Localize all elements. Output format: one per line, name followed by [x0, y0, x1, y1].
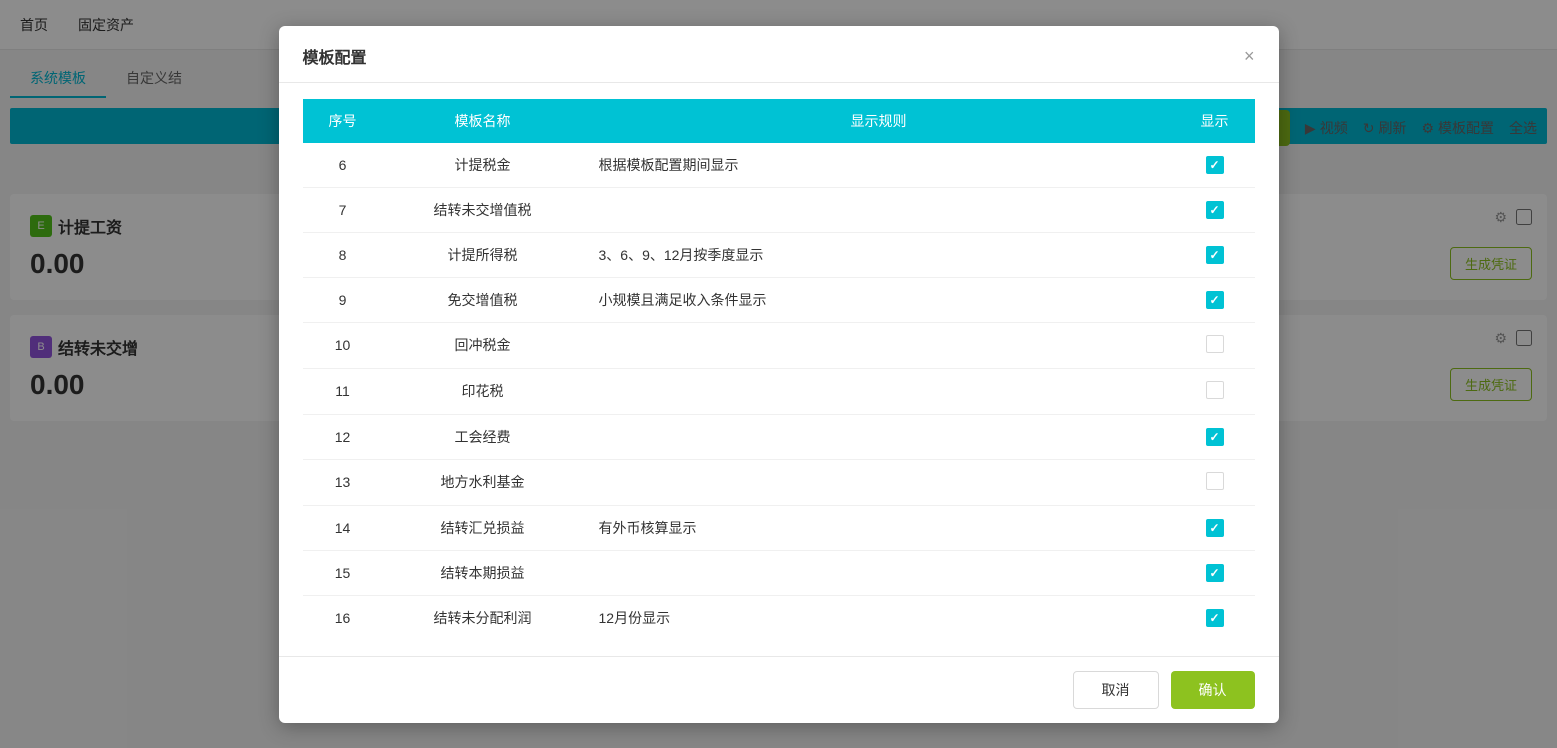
- cell-rule: [583, 414, 1175, 459]
- cell-check[interactable]: [1175, 459, 1255, 505]
- table-body: 6计提税金根据模板配置期间显示7结转未交增值税8计提所得税3、6、9、12月按季…: [303, 143, 1255, 640]
- cell-name: 结转未交增值税: [383, 187, 583, 232]
- row-checkbox[interactable]: [1206, 246, 1224, 264]
- cell-rule: [583, 322, 1175, 368]
- col-header-display: 显示: [1175, 99, 1255, 143]
- modal-body: 序号 模板名称 显示规则 显示 6计提税金根据模板配置期间显示7结转未交增值税8…: [279, 83, 1279, 656]
- table-row: 13地方水利基金: [303, 459, 1255, 505]
- cell-seq: 10: [303, 322, 383, 368]
- cell-rule: [583, 187, 1175, 232]
- cancel-button[interactable]: 取消: [1073, 671, 1159, 709]
- table-row: 10回冲税金: [303, 322, 1255, 368]
- cell-seq: 8: [303, 232, 383, 277]
- modal-overlay: 模板配置 × 序号 模板名称 显示规则 显示 6计提税金根据模板配置期间显示7结…: [0, 0, 1557, 748]
- cell-check[interactable]: [1175, 322, 1255, 368]
- cell-seq: 16: [303, 595, 383, 640]
- cell-rule: 小规模且满足收入条件显示: [583, 277, 1175, 322]
- row-checkbox[interactable]: [1206, 519, 1224, 537]
- cell-check[interactable]: [1175, 277, 1255, 322]
- table-row: 16结转未分配利润12月份显示: [303, 595, 1255, 640]
- cell-seq: 6: [303, 143, 383, 188]
- row-checkbox[interactable]: [1206, 609, 1224, 627]
- cell-rule: 3、6、9、12月按季度显示: [583, 232, 1175, 277]
- row-checkbox[interactable]: [1206, 428, 1224, 446]
- col-header-seq: 序号: [303, 99, 383, 143]
- table-row: 12工会经费: [303, 414, 1255, 459]
- cell-seq: 14: [303, 505, 383, 550]
- modal-header: 模板配置 ×: [279, 26, 1279, 83]
- table-row: 8计提所得税3、6、9、12月按季度显示: [303, 232, 1255, 277]
- cell-name: 工会经费: [383, 414, 583, 459]
- col-header-name: 模板名称: [383, 99, 583, 143]
- table-row: 15结转本期损益: [303, 550, 1255, 595]
- row-checkbox[interactable]: [1206, 472, 1224, 490]
- table-row: 9免交增值税小规模且满足收入条件显示: [303, 277, 1255, 322]
- cell-rule: [583, 368, 1175, 414]
- row-checkbox[interactable]: [1206, 381, 1224, 399]
- cell-check[interactable]: [1175, 368, 1255, 414]
- table-row: 14结转汇兑损益有外币核算显示: [303, 505, 1255, 550]
- col-header-rule: 显示规则: [583, 99, 1175, 143]
- cell-seq: 9: [303, 277, 383, 322]
- cell-check[interactable]: [1175, 414, 1255, 459]
- cell-name: 免交增值税: [383, 277, 583, 322]
- cell-check[interactable]: [1175, 143, 1255, 188]
- cell-check[interactable]: [1175, 550, 1255, 595]
- cell-rule: [583, 459, 1175, 505]
- row-checkbox[interactable]: [1206, 335, 1224, 353]
- cell-name: 结转本期损益: [383, 550, 583, 595]
- cell-check[interactable]: [1175, 595, 1255, 640]
- confirm-button[interactable]: 确认: [1171, 671, 1255, 709]
- config-table: 序号 模板名称 显示规则 显示 6计提税金根据模板配置期间显示7结转未交增值税8…: [303, 99, 1255, 640]
- cell-seq: 12: [303, 414, 383, 459]
- table-row: 11印花税: [303, 368, 1255, 414]
- cell-seq: 7: [303, 187, 383, 232]
- cell-rule: 有外币核算显示: [583, 505, 1175, 550]
- row-checkbox[interactable]: [1206, 291, 1224, 309]
- cell-name: 印花税: [383, 368, 583, 414]
- cell-rule: 根据模板配置期间显示: [583, 143, 1175, 188]
- cell-rule: 12月份显示: [583, 595, 1175, 640]
- row-checkbox[interactable]: [1206, 564, 1224, 582]
- modal-title: 模板配置: [303, 44, 367, 68]
- cell-name: 计提所得税: [383, 232, 583, 277]
- table-row: 7结转未交增值税: [303, 187, 1255, 232]
- cell-seq: 13: [303, 459, 383, 505]
- cell-name: 结转未分配利润: [383, 595, 583, 640]
- table-header: 序号 模板名称 显示规则 显示: [303, 99, 1255, 143]
- cell-name: 结转汇兑损益: [383, 505, 583, 550]
- cell-name: 计提税金: [383, 143, 583, 188]
- row-checkbox[interactable]: [1206, 201, 1224, 219]
- modal-close-button[interactable]: ×: [1244, 47, 1255, 65]
- cell-check[interactable]: [1175, 187, 1255, 232]
- table-row: 6计提税金根据模板配置期间显示: [303, 143, 1255, 188]
- cell-seq: 11: [303, 368, 383, 414]
- cell-name: 回冲税金: [383, 322, 583, 368]
- row-checkbox[interactable]: [1206, 156, 1224, 174]
- cell-check[interactable]: [1175, 232, 1255, 277]
- cell-rule: [583, 550, 1175, 595]
- modal-footer: 取消 确认: [279, 656, 1279, 723]
- modal-template-config: 模板配置 × 序号 模板名称 显示规则 显示 6计提税金根据模板配置期间显示7结…: [279, 26, 1279, 723]
- cell-name: 地方水利基金: [383, 459, 583, 505]
- cell-check[interactable]: [1175, 505, 1255, 550]
- cell-seq: 15: [303, 550, 383, 595]
